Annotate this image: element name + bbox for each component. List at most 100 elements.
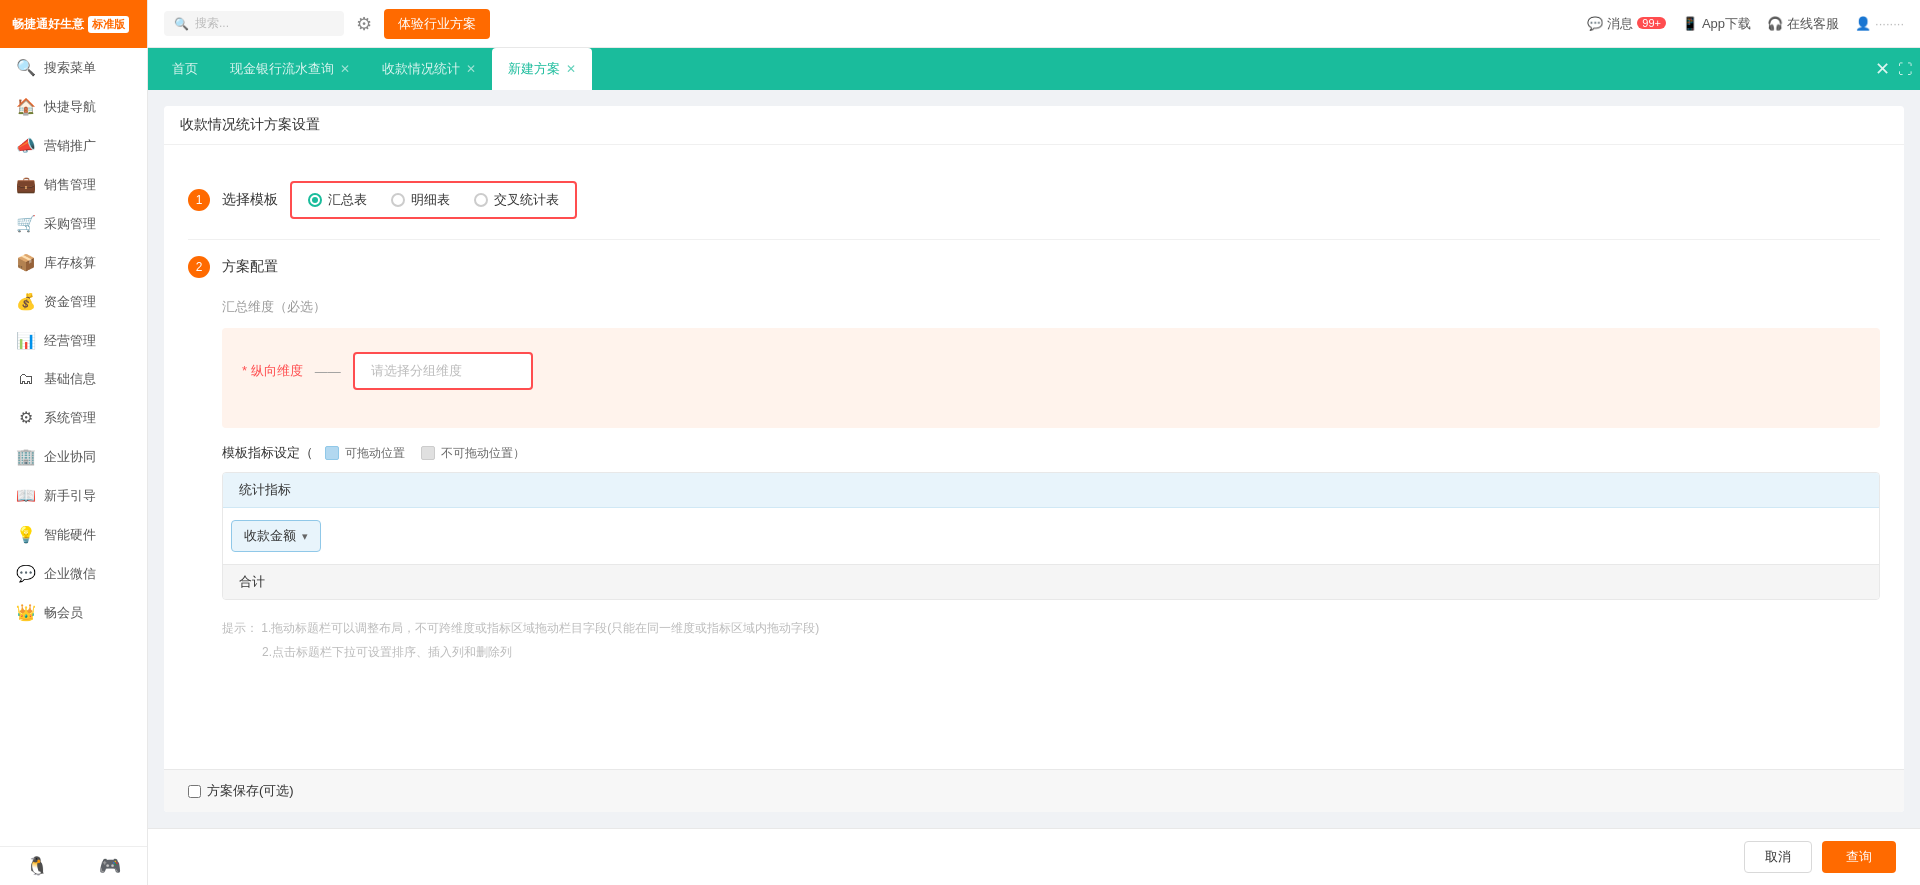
- bottom-section: 方案保存(可选): [164, 769, 1904, 812]
- sidebar-item-7[interactable]: 📊经营管理: [0, 321, 147, 360]
- sidebar-icon-8: 🗂: [16, 370, 36, 388]
- divider1: [188, 239, 1880, 240]
- sidebar-item-4[interactable]: 🛒采购管理: [0, 204, 147, 243]
- step2-row: 2 方案配置: [188, 256, 1880, 278]
- tab-0[interactable]: 首页: [156, 48, 214, 90]
- sidebar-item-9[interactable]: ⚙系统管理: [0, 398, 147, 437]
- sidebar-item-11[interactable]: 📖 新手引导: [0, 476, 147, 515]
- sidebar-label-6: 资金管理: [44, 293, 96, 311]
- tip-line-1: 提示： 1.拖动标题栏可以调整布局，不可跨维度或指标区域拖动栏目字段(只能在同一…: [222, 616, 1880, 640]
- search-bar[interactable]: 🔍 搜索...: [164, 11, 344, 36]
- version-badge: 标准版: [88, 16, 129, 33]
- sidebar-item-10[interactable]: 🏢 企业协同: [0, 437, 147, 476]
- message-action[interactable]: 💬 消息 99+: [1587, 15, 1666, 33]
- sidebar-label-12: 智能硬件: [44, 526, 96, 544]
- sidebar-footer-icon1[interactable]: 🐧: [0, 847, 74, 885]
- legend-nodrag-label: 不可拖动位置）: [441, 445, 525, 462]
- card-content: 1 选择模板 汇总表 明细表 交叉统计表: [164, 161, 1904, 769]
- sidebar-item-3[interactable]: 💼 销售管理: [0, 165, 147, 204]
- sidebar-label-5: 库存核算: [44, 254, 96, 272]
- sidebar-item-13[interactable]: 💬 企业微信: [0, 554, 147, 593]
- sidebar-icon-14: 👑: [16, 603, 36, 622]
- tab-close-icon[interactable]: ✕: [1875, 58, 1890, 80]
- dimension-area: * 纵向维度 —— 请选择分组维度: [222, 328, 1880, 428]
- user-info[interactable]: 👤 ········: [1855, 16, 1904, 31]
- sidebar-label-1: 快捷导航: [44, 98, 96, 116]
- message-badge: 99+: [1637, 17, 1666, 29]
- step1-row: 1 选择模板 汇总表 明细表 交叉统计表: [188, 181, 1880, 219]
- industry-btn[interactable]: 体验行业方案: [384, 9, 490, 39]
- indicator-legend: 可拖动位置 不可拖动位置）: [325, 445, 525, 462]
- sidebar-icon-3: 💼: [16, 175, 36, 194]
- tab-close-3[interactable]: ✕: [566, 62, 576, 76]
- tab-3[interactable]: 新建方案✕: [492, 48, 592, 90]
- indicator-table-header: 统计指标: [223, 473, 1879, 508]
- tab-1[interactable]: 现金银行流水查询✕: [214, 48, 366, 90]
- sidebar-item-8[interactable]: 🗂 基础信息: [0, 360, 147, 398]
- indicator-item-shoukuan[interactable]: 收款金额 ▾: [231, 520, 321, 552]
- sidebar-icon-11: 📖: [16, 486, 36, 505]
- sidebar-icon-0: 🔍: [16, 58, 36, 77]
- sidebar: 畅捷通好生意 标准版 🔍搜索菜单 🏠 快捷导航 📣营销推广 💼 销售管理 🛒采购管理📦库存核…: [0, 0, 148, 885]
- radio-cross-circle: [474, 193, 488, 207]
- user-name: ········: [1875, 16, 1904, 31]
- step2-badge: 2: [188, 256, 210, 278]
- radio-detail[interactable]: 明细表: [391, 191, 450, 209]
- tab-close-1[interactable]: ✕: [340, 62, 350, 76]
- tab-expand-icon[interactable]: ⛶: [1898, 61, 1912, 77]
- query-button[interactable]: 查询: [1822, 841, 1896, 873]
- sidebar-label-13: 企业微信: [44, 565, 96, 583]
- sidebar-item-2[interactable]: 📣营销推广: [0, 126, 147, 165]
- sidebar-icon-1: 🏠: [16, 97, 36, 116]
- tab-close-2[interactable]: ✕: [466, 62, 476, 76]
- sidebar-icon-9: ⚙: [16, 408, 36, 427]
- radio-cross-label: 交叉统计表: [494, 191, 559, 209]
- save-checkbox-label[interactable]: 方案保存(可选): [188, 782, 294, 800]
- sidebar-item-1[interactable]: 🏠 快捷导航: [0, 87, 147, 126]
- dimension-select[interactable]: 请选择分组维度: [353, 352, 533, 390]
- sidebar-footer-icon2[interactable]: 🎮: [74, 847, 148, 885]
- sidebar-logo: 畅捷通好生意 标准版: [0, 0, 147, 48]
- sidebar-icon-6: 💰: [16, 292, 36, 311]
- dimension-title: 汇总维度（必选）: [222, 298, 1880, 316]
- indicator-title: 模板指标设定（: [222, 444, 313, 462]
- user-icon: 👤: [1855, 16, 1871, 31]
- sidebar-icon-4: 🛒: [16, 214, 36, 233]
- sidebar-label-10: 企业协同: [44, 448, 96, 466]
- search-placeholder: 搜索...: [195, 15, 229, 32]
- tabbar: 首页现金银行流水查询✕收款情况统计✕新建方案✕ ✕ ⛶: [148, 48, 1920, 90]
- indicator-item-label: 收款金额: [244, 527, 296, 545]
- sidebar-item-0[interactable]: 🔍搜索菜单: [0, 48, 147, 87]
- sidebar-label-3: 销售管理: [44, 176, 96, 194]
- service-label: 在线客服: [1787, 15, 1839, 33]
- indicator-table: 统计指标 收款金额 ▾ 合计: [222, 472, 1880, 600]
- sidebar-item-14[interactable]: 👑畅会员: [0, 593, 147, 632]
- cancel-button[interactable]: 取消: [1744, 841, 1812, 873]
- indicator-header: 模板指标设定（ 可拖动位置 不可拖动位置）: [222, 444, 1880, 462]
- dimension-row-label: * 纵向维度: [242, 362, 303, 380]
- download-action[interactable]: 📱 App下载: [1682, 15, 1751, 33]
- indicator-item-dropdown[interactable]: ▾: [302, 530, 308, 543]
- radio-detail-label: 明细表: [411, 191, 450, 209]
- tip-text-2: 2.点击标题栏下拉可设置排序、插入列和删除列: [262, 640, 512, 664]
- logo-text: 畅捷通好生意: [12, 16, 84, 33]
- sidebar-icon-13: 💬: [16, 564, 36, 583]
- tab-2[interactable]: 收款情况统计 ✕: [366, 48, 492, 90]
- service-action[interactable]: 🎧 在线客服: [1767, 15, 1839, 33]
- radio-summary[interactable]: 汇总表: [308, 191, 367, 209]
- radio-cross[interactable]: 交叉统计表: [474, 191, 559, 209]
- sidebar-icon-12: 💡: [16, 525, 36, 544]
- dimension-arrow: ——: [315, 364, 341, 379]
- sidebar-item-6[interactable]: 💰 资金管理: [0, 282, 147, 321]
- sidebar-item-5[interactable]: 📦库存核算: [0, 243, 147, 282]
- service-icon: 🎧: [1767, 16, 1783, 31]
- sidebar-item-12[interactable]: 💡 智能硬件: [0, 515, 147, 554]
- sidebar-label-11: 新手引导: [44, 487, 96, 505]
- sidebar-label-8: 基础信息: [44, 370, 96, 388]
- topbar: 🔍 搜索... ⚙ 体验行业方案 💬 消息 99+ 📱 App下载 🎧 在线客服…: [148, 0, 1920, 48]
- sidebar-icon-10: 🏢: [16, 447, 36, 466]
- save-checkbox[interactable]: [188, 785, 201, 798]
- tab-label-2: 收款情况统计: [382, 60, 460, 78]
- settings-icon[interactable]: ⚙: [356, 13, 372, 35]
- tips-area: 提示： 1.拖动标题栏可以调整布局，不可跨维度或指标区域拖动栏目字段(只能在同一…: [222, 616, 1880, 664]
